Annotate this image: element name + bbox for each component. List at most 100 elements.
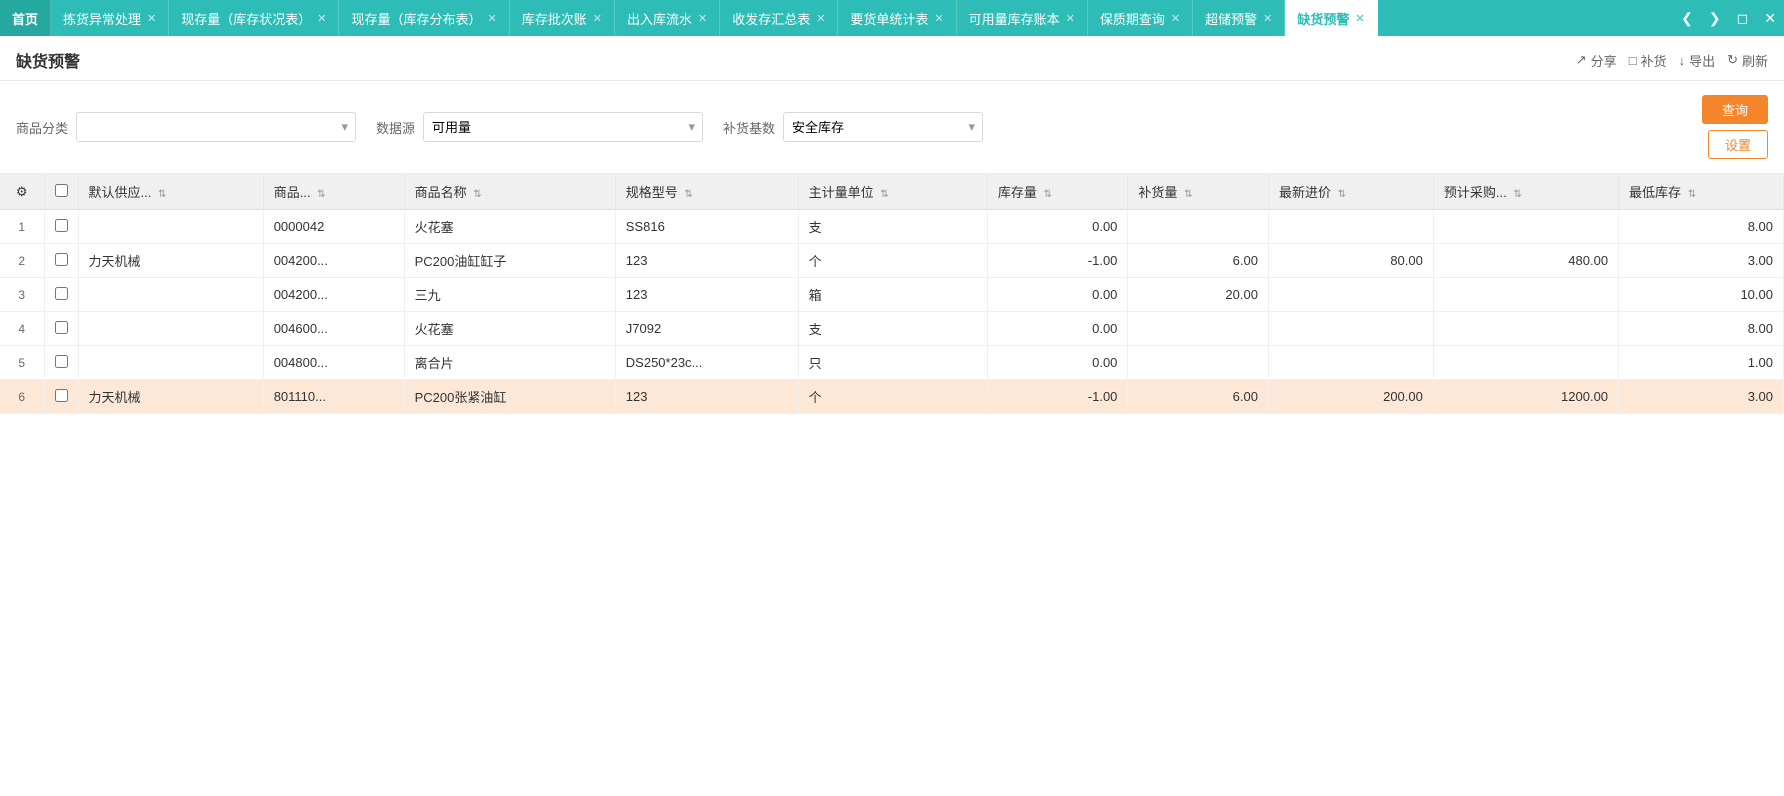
category-select-wrapper: ▾ [76,112,356,142]
th-stock-label: 库存量 [998,185,1037,200]
stock-sort-icon: ⇅ [1044,189,1052,200]
tab-close-requisition[interactable]: ✕ [934,12,943,25]
row-est-purchase-4 [1433,346,1618,380]
select-all-checkbox[interactable] [55,184,68,197]
row-spec-4: DS250*23c... [615,346,798,380]
replenish-button[interactable]: □ 补货 [1629,51,1667,70]
tab-close-abnormal[interactable]: ✕ [147,12,156,25]
th-unit[interactable]: 主计量单位 ⇅ [798,174,987,210]
row-est-purchase-0 [1433,210,1618,244]
tab-inventory-status[interactable]: 现存量（库存状况表） ✕ [169,0,339,36]
tab-close-inventory-dist[interactable]: ✕ [488,12,497,25]
th-supplier-label: 默认供应... [89,185,152,200]
row-latest-price-1: 80.00 [1268,244,1433,278]
tab-close-batch[interactable]: ✕ [593,12,602,25]
tab-close-inout[interactable]: ✕ [698,12,707,25]
th-replenish[interactable]: 补货量 ⇅ [1128,174,1269,210]
row-check-2[interactable] [55,287,68,300]
export-button[interactable]: ↓ 导出 [1679,51,1716,70]
min-stock-sort-icon: ⇅ [1688,189,1696,200]
tab-close-shortage[interactable]: ✕ [1355,12,1364,25]
th-unit-label: 主计量单位 [809,185,874,200]
row-spec-3: J7092 [615,312,798,346]
row-supplier-1: 力天机械 [78,244,263,278]
page-title: 缺货预警 [16,48,1576,72]
row-num-0: 1 [0,210,44,244]
tab-inventory-dist[interactable]: 现存量（库存分布表） ✕ [339,0,509,36]
th-supplier[interactable]: 默认供应... ⇅ [78,174,263,210]
row-supplier-2 [78,278,263,312]
row-checkbox-3 [44,312,78,346]
row-num-1: 2 [0,244,44,278]
tab-close-expiry[interactable]: ✕ [1171,12,1180,25]
datasource-select[interactable]: 可用量 [423,112,703,142]
tab-batch[interactable]: 库存批次账 ✕ [510,0,615,36]
th-min-stock[interactable]: 最低库存 ⇅ [1619,174,1784,210]
th-code-label: 商品... [274,185,311,200]
row-checkbox-2 [44,278,78,312]
tab-available[interactable]: 可用量库存账本 ✕ [957,0,1088,36]
row-supplier-4 [78,346,263,380]
replenish-select[interactable]: 安全库存 [783,112,983,142]
tab-home[interactable]: 首页 [0,0,51,36]
settings-button[interactable]: 设置 [1708,130,1768,159]
tab-requisition[interactable]: 要货单统计表 ✕ [838,0,956,36]
row-check-5[interactable] [55,389,68,402]
tab-close-inventory-status[interactable]: ✕ [317,12,326,25]
refresh-button[interactable]: ↻ 刷新 [1727,51,1768,70]
column-settings-icon[interactable]: ⚙ [13,183,31,201]
tab-shortage[interactable]: 缺货预警 ✕ [1285,0,1377,36]
datasource-filter-group: 数据源 可用量 ▾ [376,112,703,142]
tab-collect[interactable]: 收发存汇总表 ✕ [720,0,838,36]
name-sort-icon: ⇅ [473,189,481,200]
tab-inout[interactable]: 出入库流水 ✕ [615,0,720,36]
row-spec-5: 123 [615,380,798,414]
th-min-stock-label: 最低库存 [1629,185,1681,200]
category-select[interactable] [76,112,356,142]
tab-abnormal[interactable]: 拣货异常处理 ✕ [51,0,169,36]
th-latest-price[interactable]: 最新进价 ⇅ [1268,174,1433,210]
row-replenish-0 [1128,210,1269,244]
th-name[interactable]: 商品名称 ⇅ [404,174,615,210]
tab-expiry[interactable]: 保质期查询 ✕ [1088,0,1193,36]
tab-restore-button[interactable]: ◻ [1729,0,1757,36]
row-check-1[interactable] [55,253,68,266]
tab-close-overstock[interactable]: ✕ [1263,12,1272,25]
th-stock[interactable]: 库存量 ⇅ [987,174,1128,210]
replenish-sort-icon: ⇅ [1184,189,1192,200]
th-est-purchase[interactable]: 预计采购... ⇅ [1433,174,1618,210]
tab-prev-button[interactable]: ❮ [1673,0,1701,36]
category-label: 商品分类 [16,118,68,137]
th-replenish-label: 补货量 [1138,185,1177,200]
row-min-stock-0: 8.00 [1619,210,1784,244]
th-spec[interactable]: 规格型号 ⇅ [615,174,798,210]
row-check-3[interactable] [55,321,68,334]
tab-next-button[interactable]: ❯ [1701,0,1729,36]
header-actions: ↗ 分享 □ 补货 ↓ 导出 ↻ 刷新 [1576,51,1768,70]
tab-close-collect[interactable]: ✕ [816,12,825,25]
row-min-stock-3: 8.00 [1619,312,1784,346]
row-replenish-5: 6.00 [1128,380,1269,414]
row-stock-1: -1.00 [987,244,1128,278]
th-checkbox [44,174,78,210]
tab-close-all-button[interactable]: ✕ [1756,0,1784,36]
th-code[interactable]: 商品... ⇅ [263,174,404,210]
row-unit-4: 只 [798,346,987,380]
th-name-label: 商品名称 [415,185,467,200]
replenish-filter-group: 补货基数 安全库存 ▾ [723,112,983,142]
code-sort-icon: ⇅ [317,189,325,200]
query-button[interactable]: 查询 [1702,95,1768,124]
row-code-0: 0000042 [263,210,404,244]
tab-overstock[interactable]: 超储预警 ✕ [1193,0,1285,36]
row-supplier-0 [78,210,263,244]
row-name-2: 三九 [404,278,615,312]
row-replenish-1: 6.00 [1128,244,1269,278]
datasource-select-wrapper: 可用量 ▾ [423,112,703,142]
share-button[interactable]: ↗ 分享 [1576,51,1617,70]
row-check-4[interactable] [55,355,68,368]
row-num-4: 5 [0,346,44,380]
tab-close-available[interactable]: ✕ [1066,12,1075,25]
row-latest-price-4 [1268,346,1433,380]
row-name-3: 火花塞 [404,312,615,346]
row-check-0[interactable] [55,219,68,232]
